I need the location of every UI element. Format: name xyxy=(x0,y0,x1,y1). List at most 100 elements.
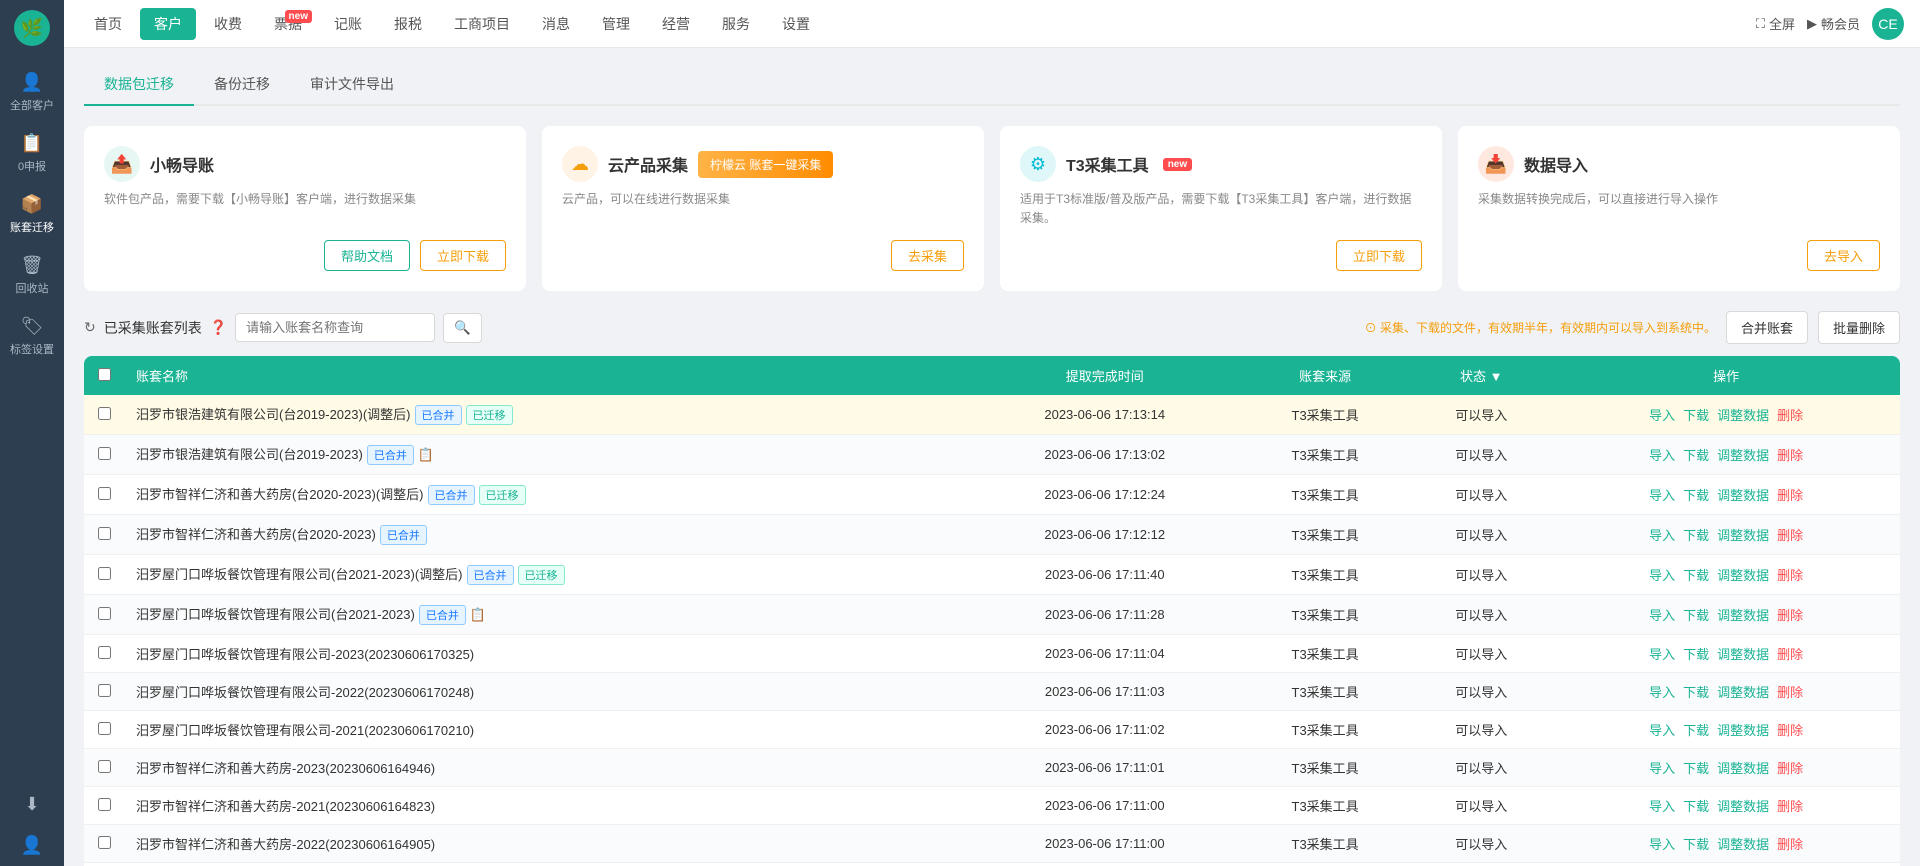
row-checkbox[interactable] xyxy=(98,447,111,460)
row-action-删除[interactable]: 删除 xyxy=(1777,837,1803,852)
row-action-下载[interactable]: 下载 xyxy=(1683,723,1709,738)
nav-invoice[interactable]: 票据 new xyxy=(260,8,316,40)
nav-message[interactable]: 消息 xyxy=(528,8,584,40)
row-action-下载[interactable]: 下载 xyxy=(1683,568,1709,583)
row-action-调整数据[interactable]: 调整数据 xyxy=(1717,448,1769,463)
row-action-下载[interactable]: 下载 xyxy=(1683,685,1709,700)
go-import-button[interactable]: 去导入 xyxy=(1807,240,1880,271)
row-action-下载[interactable]: 下载 xyxy=(1683,837,1709,852)
nav-accounting[interactable]: 记账 xyxy=(320,8,376,40)
row-action-导入[interactable]: 导入 xyxy=(1649,528,1675,543)
refresh-icon[interactable]: ↻ xyxy=(84,319,96,336)
row-action-下载[interactable]: 下载 xyxy=(1683,799,1709,814)
row-checkbox[interactable] xyxy=(98,407,111,420)
batch-delete-button[interactable]: 批量删除 xyxy=(1818,311,1900,344)
row-action-调整数据[interactable]: 调整数据 xyxy=(1717,799,1769,814)
sidebar-item-user[interactable]: 👤 xyxy=(21,825,43,866)
row-checkbox[interactable] xyxy=(98,760,111,773)
row-action-导入[interactable]: 导入 xyxy=(1649,448,1675,463)
tab-audit-export[interactable]: 审计文件导出 xyxy=(290,64,414,106)
row-action-删除[interactable]: 删除 xyxy=(1777,761,1803,776)
row-action-导入[interactable]: 导入 xyxy=(1649,568,1675,583)
row-action-调整数据[interactable]: 调整数据 xyxy=(1717,685,1769,700)
row-checkbox[interactable] xyxy=(98,646,111,659)
row-action-下载[interactable]: 下载 xyxy=(1683,647,1709,662)
download-now-button[interactable]: 立即下载 xyxy=(420,240,506,271)
row-action-导入[interactable]: 导入 xyxy=(1649,408,1675,423)
row-action-导入[interactable]: 导入 xyxy=(1649,837,1675,852)
help-doc-button[interactable]: 帮助文档 xyxy=(324,240,410,271)
search-input[interactable] xyxy=(235,313,435,342)
row-action-下载[interactable]: 下载 xyxy=(1683,528,1709,543)
row-action-删除[interactable]: 删除 xyxy=(1777,799,1803,814)
row-checkbox[interactable] xyxy=(98,684,111,697)
row-action-删除[interactable]: 删除 xyxy=(1777,685,1803,700)
row-file-icon[interactable]: 📋 xyxy=(418,447,434,462)
nav-client[interactable]: 客户 xyxy=(140,8,196,40)
nav-home[interactable]: 首页 xyxy=(80,8,136,40)
row-file-icon[interactable]: 📋 xyxy=(470,607,486,622)
row-checkbox[interactable] xyxy=(98,722,111,735)
row-action-删除[interactable]: 删除 xyxy=(1777,568,1803,583)
row-checkbox[interactable] xyxy=(98,567,111,580)
row-action-导入[interactable]: 导入 xyxy=(1649,761,1675,776)
search-button[interactable]: 🔍 xyxy=(443,313,482,343)
row-action-调整数据[interactable]: 调整数据 xyxy=(1717,837,1769,852)
tab-backup-migrate[interactable]: 备份迁移 xyxy=(194,64,290,106)
row-action-调整数据[interactable]: 调整数据 xyxy=(1717,761,1769,776)
sidebar-item-recycle[interactable]: 🗑 回收站 xyxy=(0,245,64,306)
select-all-checkbox[interactable] xyxy=(98,368,111,381)
row-action-导入[interactable]: 导入 xyxy=(1649,799,1675,814)
row-action-导入[interactable]: 导入 xyxy=(1649,685,1675,700)
row-action-导入[interactable]: 导入 xyxy=(1649,647,1675,662)
nav-billing[interactable]: 收费 xyxy=(200,8,256,40)
row-action-调整数据[interactable]: 调整数据 xyxy=(1717,647,1769,662)
row-action-调整数据[interactable]: 调整数据 xyxy=(1717,608,1769,623)
go-collect-button[interactable]: 去采集 xyxy=(891,240,964,271)
row-action-下载[interactable]: 下载 xyxy=(1683,448,1709,463)
row-action-删除[interactable]: 删除 xyxy=(1777,448,1803,463)
row-action-下载[interactable]: 下载 xyxy=(1683,408,1709,423)
row-action-调整数据[interactable]: 调整数据 xyxy=(1717,488,1769,503)
row-checkbox[interactable] xyxy=(98,836,111,849)
table-help-icon[interactable]: ❓ xyxy=(210,319,227,336)
nav-management[interactable]: 管理 xyxy=(588,8,644,40)
row-action-下载[interactable]: 下载 xyxy=(1683,761,1709,776)
sidebar-item-all-clients[interactable]: 👤 全部客户 xyxy=(0,62,64,123)
row-action-删除[interactable]: 删除 xyxy=(1777,647,1803,662)
nav-tax[interactable]: 报税 xyxy=(380,8,436,40)
row-checkbox[interactable] xyxy=(98,527,111,540)
row-action-调整数据[interactable]: 调整数据 xyxy=(1717,528,1769,543)
col-status[interactable]: 状态 ▼ xyxy=(1410,356,1552,395)
row-action-调整数据[interactable]: 调整数据 xyxy=(1717,568,1769,583)
t3-download-button[interactable]: 立即下载 xyxy=(1336,240,1422,271)
user-avatar[interactable]: CE xyxy=(1872,8,1904,40)
tab-data-migrate[interactable]: 数据包迁移 xyxy=(84,64,194,106)
row-action-导入[interactable]: 导入 xyxy=(1649,723,1675,738)
row-checkbox[interactable] xyxy=(98,607,111,620)
nav-operation[interactable]: 经营 xyxy=(648,8,704,40)
sidebar-item-zero-report[interactable]: 📋 0申报 xyxy=(0,123,64,184)
row-action-下载[interactable]: 下载 xyxy=(1683,608,1709,623)
row-action-删除[interactable]: 删除 xyxy=(1777,723,1803,738)
nav-service[interactable]: 服务 xyxy=(708,8,764,40)
cloud-one-click-button[interactable]: 柠檬云 账套一键采集 xyxy=(698,151,833,178)
row-checkbox[interactable] xyxy=(98,798,111,811)
row-action-删除[interactable]: 删除 xyxy=(1777,528,1803,543)
merge-account-button[interactable]: 合并账套 xyxy=(1726,311,1808,344)
row-checkbox[interactable] xyxy=(98,487,111,500)
row-action-导入[interactable]: 导入 xyxy=(1649,608,1675,623)
nav-settings[interactable]: 设置 xyxy=(768,8,824,40)
sidebar-item-tag-settings[interactable]: 🏷 标签设置 xyxy=(0,306,64,367)
row-action-删除[interactable]: 删除 xyxy=(1777,408,1803,423)
row-action-下载[interactable]: 下载 xyxy=(1683,488,1709,503)
sidebar-item-account-migrate[interactable]: 📦 账套迁移 xyxy=(0,184,64,245)
fullscreen-button[interactable]: ⛶ 全屏 xyxy=(1756,14,1795,33)
row-action-删除[interactable]: 删除 xyxy=(1777,608,1803,623)
row-action-调整数据[interactable]: 调整数据 xyxy=(1717,723,1769,738)
row-action-删除[interactable]: 删除 xyxy=(1777,488,1803,503)
nav-business[interactable]: 工商项目 xyxy=(440,8,524,40)
vip-button[interactable]: ▶ 畅会员 xyxy=(1807,14,1860,33)
sidebar-item-download[interactable]: ⬇ xyxy=(21,784,43,825)
app-logo[interactable]: 🌿 xyxy=(14,10,50,46)
